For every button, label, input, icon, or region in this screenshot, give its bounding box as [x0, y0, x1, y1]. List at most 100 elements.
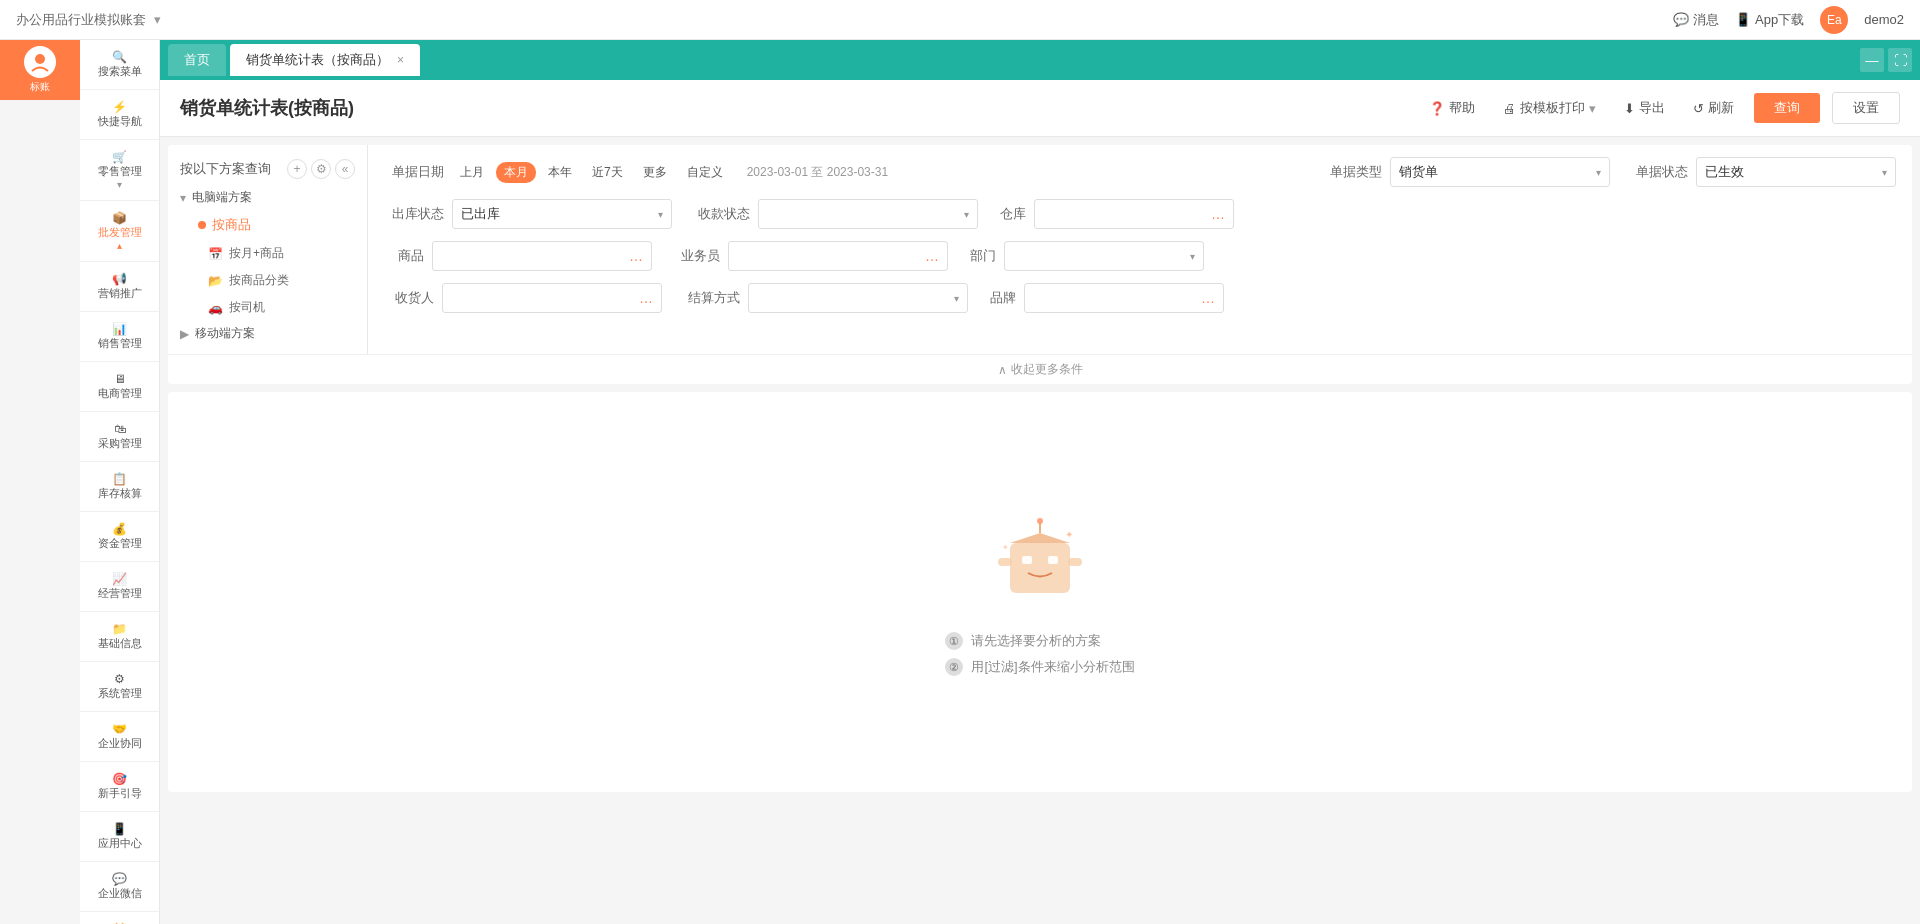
sidebar-item-guide[interactable]: 🎯 新手引导	[80, 762, 159, 812]
salesperson-ellipsis[interactable]: …	[925, 248, 939, 264]
doc-type-arrow: ▾	[1596, 167, 1601, 178]
settlement-select[interactable]: ▾	[748, 283, 968, 313]
export-btn[interactable]: ⬇ 导出	[1616, 95, 1673, 121]
svg-text:✦: ✦	[1065, 529, 1073, 540]
out-status-select[interactable]: 已出库 ▾	[452, 199, 672, 229]
basic-icon: 📁	[112, 622, 127, 636]
brand-ellipsis[interactable]: …	[1201, 290, 1215, 306]
user-avatar[interactable]: Ea	[1820, 6, 1848, 34]
filter-row-2: 出库状态 已出库 ▾ 收款状态 ▾ 仓库	[384, 199, 1896, 229]
warehouse-input[interactable]: …	[1034, 199, 1234, 229]
scheme-item-bygoods[interactable]: 按商品	[168, 210, 367, 240]
sidebar-item-retail[interactable]: 🛒 零售管理 ▾	[80, 140, 159, 201]
salesperson-label: 业务员	[660, 247, 720, 265]
scheme-subitem-driver[interactable]: 🚗 按司机	[168, 294, 367, 321]
brand-input[interactable]: …	[1024, 283, 1224, 313]
driver-icon: 🚗	[208, 301, 223, 315]
sidebar-item-appcenter[interactable]: 📱 应用中心	[80, 812, 159, 862]
active-dot	[198, 221, 206, 229]
tab-bar: 首页 销货单统计表（按商品） × — ⛶	[160, 40, 1920, 80]
sidebar-item-sales[interactable]: 📊 销售管理	[80, 312, 159, 362]
sidebar-label-operation: 经营管理	[98, 586, 142, 601]
industry-dropdown-icon[interactable]: ▾	[154, 12, 161, 27]
user-name[interactable]: demo2	[1864, 12, 1904, 27]
doc-status-label: 单据状态	[1618, 163, 1688, 181]
help-icon: ❓	[1429, 101, 1445, 116]
message-btn[interactable]: 💬 消息	[1673, 11, 1719, 29]
filter-row-1: 单据日期 上月 本月 本年 近7天 更多 自定义 20	[384, 157, 1896, 187]
sidebar-item-wechat[interactable]: 💬 企业微信	[80, 862, 159, 912]
tab-home[interactable]: 首页	[168, 44, 226, 76]
tip2-text: 用[过滤]条件来缩小分析范围	[971, 658, 1134, 676]
salesperson-input[interactable]: …	[728, 241, 948, 271]
date-range-tabs: 上月 本月 本年 近7天 更多 自定义	[452, 162, 731, 183]
goods-input[interactable]: …	[432, 241, 652, 271]
scheme-add-btn[interactable]: +	[287, 159, 307, 179]
sidebar-item-member[interactable]: 👑 畅会员	[80, 912, 159, 924]
tip1-num-text: ①	[949, 635, 959, 648]
settlement-label: 结算方式	[670, 289, 740, 307]
print-btn[interactable]: 🖨 按模板打印 ▾	[1495, 95, 1604, 121]
sidebar-label-finance: 资金管理	[98, 536, 142, 551]
sidebar-item-inventory[interactable]: 📋 库存核算	[80, 462, 159, 512]
date-tab-custom[interactable]: 自定义	[679, 162, 731, 183]
sidebar-item-basic[interactable]: 📁 基础信息	[80, 612, 159, 662]
collapse-bar[interactable]: ∧ 收起更多条件	[168, 354, 1912, 384]
sidebar-item-finance[interactable]: 💰 资金管理	[80, 512, 159, 562]
search-icon: 🔍	[112, 50, 127, 64]
goods-ellipsis[interactable]: …	[629, 248, 643, 264]
date-tab-last-month[interactable]: 上月	[452, 162, 492, 183]
scheme-subitem-monthly[interactable]: 📅 按月+商品	[168, 240, 367, 267]
refresh-btn[interactable]: ↺ 刷新	[1685, 95, 1742, 121]
doc-type-select[interactable]: 销货单 ▾	[1390, 157, 1610, 187]
doc-status-select[interactable]: 已生效 ▾	[1696, 157, 1896, 187]
sidebar-item-ecommerce[interactable]: 🖥 电商管理	[80, 362, 159, 412]
query-btn[interactable]: 查询	[1754, 93, 1820, 123]
scheme-subitem-category[interactable]: 📂 按商品分类	[168, 267, 367, 294]
scheme-category-mobile[interactable]: ▶ 移动端方案	[168, 321, 367, 346]
filter-row-3: 商品 … 业务员 … 部门	[384, 241, 1896, 271]
logo-area: 标账	[0, 40, 80, 100]
tab-active[interactable]: 销货单统计表（按商品） ×	[230, 44, 420, 76]
mobile-category-expand-icon: ▶	[180, 327, 189, 341]
svg-rect-6	[998, 558, 1012, 566]
receipt-status-select[interactable]: ▾	[758, 199, 978, 229]
sidebar-item-search[interactable]: 🔍 搜索菜单	[80, 40, 159, 90]
svg-rect-1	[1010, 543, 1070, 593]
add-icon: +	[293, 162, 300, 176]
purchase-icon: 🛍	[114, 422, 126, 436]
scheme-category-pc[interactable]: ▾ 电脑端方案	[168, 185, 367, 210]
settings-btn[interactable]: 设置	[1832, 92, 1900, 124]
wholesale-expand-icon: ▴	[117, 240, 122, 251]
department-select[interactable]: ▾	[1004, 241, 1204, 271]
consignee-ellipsis[interactable]: …	[639, 290, 653, 306]
sidebar-item-marketing[interactable]: 📢 营销推广	[80, 262, 159, 312]
date-tab-more[interactable]: 更多	[635, 162, 675, 183]
filter-body: 按以下方案查询 + ⚙ «	[168, 145, 1912, 354]
tab-close-btn[interactable]: ×	[397, 53, 404, 67]
app-download-btn[interactable]: 📱 App下载	[1735, 11, 1804, 29]
empty-tip-1: ① 请先选择要分析的方案	[945, 632, 1134, 650]
scheme-collapse-btn[interactable]: «	[335, 159, 355, 179]
date-tab-this-year[interactable]: 本年	[540, 162, 580, 183]
retail-icon: 🛒	[112, 150, 127, 164]
pc-category-label: 电脑端方案	[192, 189, 252, 206]
sidebar-item-purchase[interactable]: 🛍 采购管理	[80, 412, 159, 462]
sidebar-item-enterprise[interactable]: 🤝 企业协同	[80, 712, 159, 762]
scheme-subitem-driver-label: 按司机	[229, 299, 265, 316]
tab-minimize-btn[interactable]: —	[1860, 48, 1884, 72]
date-tab-7days[interactable]: 近7天	[584, 162, 631, 183]
sidebar-item-quicknav[interactable]: ⚡ 快捷导航	[80, 90, 159, 140]
warehouse-ellipsis[interactable]: …	[1211, 206, 1225, 222]
help-btn[interactable]: ❓ 帮助	[1421, 95, 1483, 121]
tab-maximize-btn[interactable]: ⛶	[1888, 48, 1912, 72]
avatar-initials: Ea	[1827, 13, 1842, 27]
date-tab-this-month[interactable]: 本月	[496, 162, 536, 183]
consignee-input[interactable]: …	[442, 283, 662, 313]
scheme-settings-btn[interactable]: ⚙	[311, 159, 331, 179]
sidebar-item-operation[interactable]: 📈 经营管理	[80, 562, 159, 612]
sidebar-item-system[interactable]: ⚙ 系统管理	[80, 662, 159, 712]
svg-rect-7	[1068, 558, 1082, 566]
sidebar-item-wholesale[interactable]: 📦 批发管理 ▴	[80, 201, 159, 262]
sidebar: 🔍 搜索菜单 ⚡ 快捷导航 🛒 零售管理 ▾ 📦 批发管理 ▴ 📢 营销推广 📊…	[80, 40, 160, 924]
